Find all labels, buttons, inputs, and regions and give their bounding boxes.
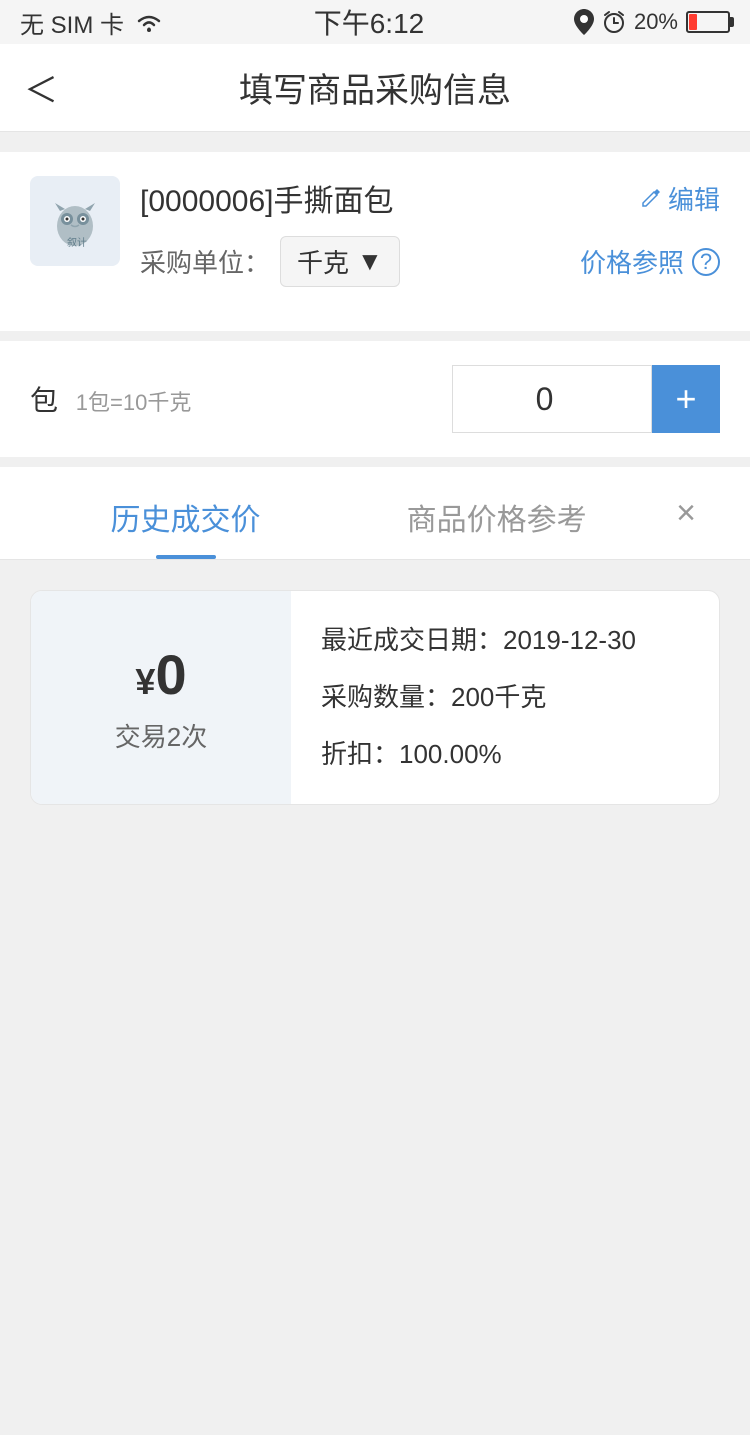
price-ref-help-icon: ? bbox=[692, 248, 720, 276]
product-name: [0000006]手撕面包 bbox=[140, 176, 393, 220]
alarm-icon bbox=[602, 10, 626, 34]
battery-icon bbox=[686, 11, 730, 33]
location-icon bbox=[574, 9, 594, 35]
bottom-space bbox=[0, 835, 750, 1435]
history-left-panel: ¥0 交易2次 bbox=[31, 591, 291, 804]
discount-item: 折扣：100.00% bbox=[321, 735, 689, 774]
purchase-quantity-item: 采购数量：200千克 bbox=[321, 678, 689, 717]
tabs-bar: 历史成交价 商品价格参考 × bbox=[0, 467, 750, 560]
status-left: 无 SIM 卡 bbox=[20, 5, 164, 40]
yen-symbol: ¥ bbox=[135, 661, 155, 702]
unit-select[interactable]: 千克 ▼ bbox=[280, 236, 400, 287]
price-ref-label: 价格参照 bbox=[580, 243, 684, 280]
quantity-control: + bbox=[452, 365, 720, 433]
history-right-panel: 最近成交日期：2019-12-30 采购数量：200千克 折扣：100.00% bbox=[291, 591, 719, 804]
quantity-input[interactable] bbox=[452, 365, 652, 433]
quantity-unit-label: 包 bbox=[30, 385, 58, 416]
tab-price-ref-label: 商品价格参考 bbox=[407, 504, 587, 537]
price-value: 0 bbox=[155, 643, 186, 706]
edit-button[interactable]: 编辑 bbox=[640, 180, 720, 217]
product-unit-row: 采购单位： 千克 ▼ 价格参照 ? bbox=[140, 236, 720, 287]
tab-price-ref[interactable]: 商品价格参考 bbox=[341, 467, 652, 559]
recent-date-item: 最近成交日期：2019-12-30 bbox=[321, 621, 689, 660]
owl-logo-icon: 叙计 bbox=[45, 191, 105, 251]
quantity-conversion: 1包=10千克 bbox=[76, 390, 192, 415]
discount-value: 100.00% bbox=[399, 739, 502, 769]
tab-history[interactable]: 历史成交价 bbox=[30, 467, 341, 559]
history-price: ¥0 bbox=[135, 642, 186, 707]
recent-date-label: 最近成交日期： bbox=[321, 625, 503, 655]
battery-percent: 20% bbox=[634, 9, 678, 35]
status-time: 下午6:12 bbox=[314, 2, 425, 42]
svg-text:叙计: 叙计 bbox=[67, 236, 87, 249]
nav-bar: ＜ 填写商品采购信息 bbox=[0, 44, 750, 132]
page-title: 填写商品采购信息 bbox=[239, 63, 511, 112]
quantity-detail-value: 200千克 bbox=[451, 682, 546, 712]
price-ref-button[interactable]: 价格参照 ? bbox=[580, 243, 720, 280]
product-thumbnail: 叙计 bbox=[30, 176, 120, 266]
product-info: [0000006]手撕面包 编辑 采购单位： 千克 ▼ bbox=[140, 176, 720, 287]
quantity-plus-button[interactable]: + bbox=[652, 365, 720, 433]
unit-dropdown-arrow: ▼ bbox=[357, 246, 383, 277]
status-bar: 无 SIM 卡 下午6:12 20% bbox=[0, 0, 750, 44]
carrier-text: 无 SIM 卡 bbox=[20, 5, 124, 40]
unit-value: 千克 bbox=[297, 243, 349, 280]
discount-label: 折扣： bbox=[321, 739, 399, 769]
recent-date-value: 2019-12-30 bbox=[503, 625, 636, 655]
status-right: 20% bbox=[574, 9, 730, 35]
wifi-icon bbox=[134, 11, 164, 33]
battery-fill bbox=[689, 14, 697, 30]
tabs-close-button[interactable]: × bbox=[652, 474, 720, 553]
product-header: 叙计 [0000006]手撕面包 编辑 采购单位： 千克 bbox=[30, 176, 720, 287]
history-card: ¥0 交易2次 最近成交日期：2019-12-30 采购数量：200千克 折扣：… bbox=[30, 590, 720, 805]
product-card: 叙计 [0000006]手撕面包 编辑 采购单位： 千克 bbox=[0, 152, 750, 331]
edit-label: 编辑 bbox=[668, 180, 720, 217]
quantity-unit-info: 包 1包=10千克 bbox=[30, 379, 191, 419]
edit-icon bbox=[640, 187, 662, 209]
history-times: 交易2次 bbox=[115, 717, 207, 754]
quantity-row: 包 1包=10千克 + bbox=[0, 331, 750, 457]
quantity-detail-label: 采购数量： bbox=[321, 682, 451, 712]
product-name-row: [0000006]手撕面包 编辑 bbox=[140, 176, 720, 220]
back-button[interactable]: ＜ bbox=[24, 63, 58, 112]
history-content: ¥0 交易2次 最近成交日期：2019-12-30 采购数量：200千克 折扣：… bbox=[0, 560, 750, 835]
tab-history-label: 历史成交价 bbox=[111, 504, 261, 537]
unit-label: 采购单位： bbox=[140, 243, 270, 280]
